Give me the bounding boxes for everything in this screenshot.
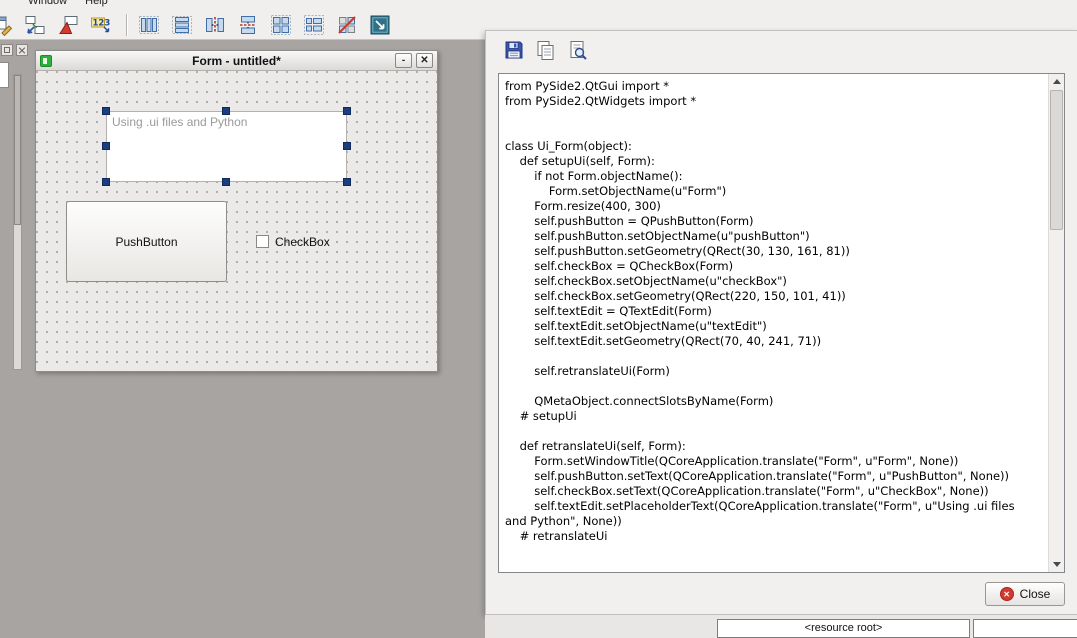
layout-grid-icon[interactable] — [269, 13, 293, 37]
edit-tab-order-icon[interactable]: 123 — [89, 13, 113, 37]
dock-mini-buttons — [1, 44, 28, 56]
layout-horizontal-icon[interactable] — [137, 13, 161, 37]
form-window-title: Form - untitled* — [36, 54, 437, 68]
checkbox-widget[interactable]: CheckBox — [256, 221, 357, 262]
selection-handle-bottom-left[interactable] — [102, 178, 110, 186]
resource-root-label: <resource root> — [805, 622, 883, 637]
close-window-button[interactable]: ✕ — [416, 53, 433, 68]
selection-handle-top-left[interactable] — [102, 107, 110, 115]
menu-help[interactable]: Help — [85, 0, 108, 9]
scroll-down-icon[interactable] — [1049, 557, 1064, 572]
code-preview-dialog: from PySide2.QtGui import * from PySide2… — [485, 30, 1077, 615]
find-icon[interactable] — [566, 38, 590, 62]
clipped-left-panel — [0, 62, 9, 88]
selection-handle-mid-left[interactable] — [102, 142, 110, 150]
resource-root-item[interactable]: <resource root> — [717, 619, 970, 638]
break-layout-icon[interactable] — [335, 13, 359, 37]
svg-text:123: 123 — [93, 19, 111, 29]
code-area: from PySide2.QtGui import * from PySide2… — [498, 73, 1065, 573]
textedit-widget[interactable]: Using .ui files and Python — [106, 111, 347, 182]
close-button-label: Close — [1020, 587, 1051, 601]
close-button[interactable]: ✕ Close — [985, 582, 1065, 606]
selection-handle-bottom-mid[interactable] — [222, 178, 230, 186]
titlebar-buttons: - ✕ — [395, 53, 433, 68]
dialog-toolbar — [502, 38, 598, 62]
checkbox-indicator[interactable] — [256, 235, 269, 248]
dock-float-icon[interactable] — [1, 44, 13, 56]
qt-designer-screen: Window Help 123 Form - untitled* - ✕ Usin… — [0, 0, 1077, 638]
menubar: Window Help — [0, 0, 1077, 9]
edit-buddies-icon[interactable] — [56, 13, 80, 37]
toolbar-separator — [126, 14, 128, 36]
selection-handle-mid-right[interactable] — [343, 142, 351, 150]
save-icon[interactable] — [502, 38, 526, 62]
form-designer-window: Form - untitled* - ✕ Using .ui files and… — [35, 50, 438, 372]
scroll-up-icon[interactable] — [1049, 74, 1064, 89]
code-text[interactable]: from PySide2.QtGui import * from PySide2… — [499, 74, 1048, 572]
float-glyph — [4, 47, 10, 53]
form-window-titlebar[interactable]: Form - untitled* - ✕ — [36, 51, 437, 71]
dock-close-icon[interactable] — [16, 44, 28, 56]
layout-vertical-splitter-icon[interactable] — [236, 13, 260, 37]
left-scrollbar-thumb[interactable] — [14, 75, 21, 225]
close-button-icon: ✕ — [1000, 587, 1014, 601]
edit-signals-slots-icon[interactable] — [23, 13, 47, 37]
form-canvas[interactable]: Using .ui files and Python PushButton Ch… — [36, 71, 437, 371]
selection-handle-top-right[interactable] — [343, 107, 351, 115]
copy-icon[interactable] — [534, 38, 558, 62]
code-scrollbar-thumb[interactable] — [1050, 90, 1063, 230]
triangle-up-glyph — [1053, 79, 1061, 84]
adjust-size-icon[interactable] — [368, 13, 392, 37]
main-toolbar: 123 — [0, 13, 401, 37]
layout-form-icon[interactable] — [302, 13, 326, 37]
selection-handle-top-mid[interactable] — [222, 107, 230, 115]
edit-widgets-icon[interactable] — [0, 13, 14, 37]
selection-handle-bottom-right[interactable] — [343, 178, 351, 186]
left-dock-scrollbar[interactable] — [13, 74, 22, 370]
code-vertical-scrollbar[interactable] — [1048, 74, 1064, 572]
layout-vertical-icon[interactable] — [170, 13, 194, 37]
resource-detail-pane — [973, 619, 1077, 638]
minimize-button[interactable]: - — [395, 53, 412, 68]
pushbutton-widget[interactable]: PushButton — [66, 201, 227, 282]
layout-horizontal-splitter-icon[interactable] — [203, 13, 227, 37]
checkbox-label: CheckBox — [275, 235, 330, 249]
triangle-down-glyph — [1053, 562, 1061, 567]
menu-window[interactable]: Window — [28, 0, 67, 9]
